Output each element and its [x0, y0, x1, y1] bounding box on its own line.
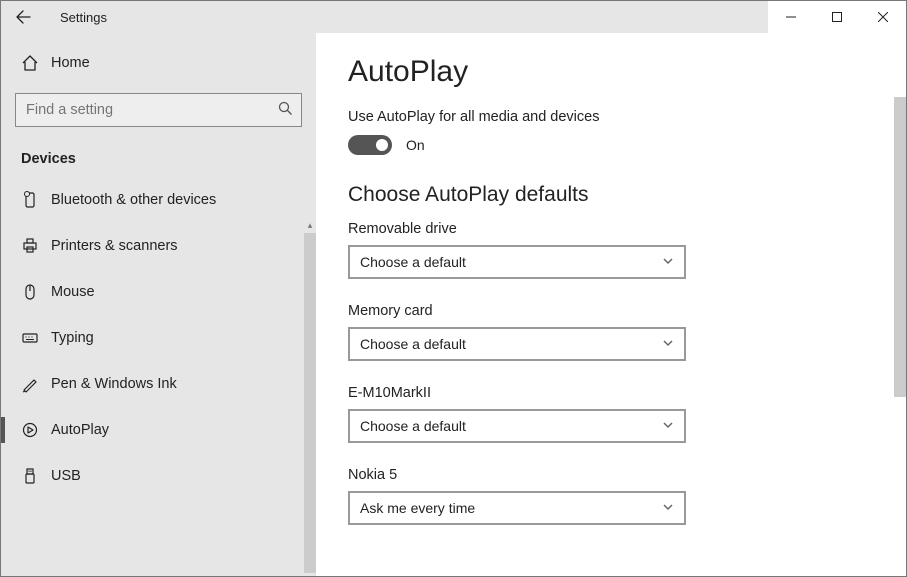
sidebar-home[interactable]: Home — [1, 41, 316, 85]
field-group: Nokia 5 Ask me every time — [348, 467, 884, 525]
sidebar-item-bluetooth[interactable]: Bluetooth & other devices — [1, 177, 316, 223]
sidebar-item-label: Bluetooth & other devices — [51, 192, 216, 208]
usb-icon — [21, 467, 51, 485]
select-value: Choose a default — [360, 418, 466, 434]
sidebar-item-label: Pen & Windows Ink — [51, 376, 177, 392]
scroll-up-icon[interactable]: ▴ — [304, 218, 316, 233]
toggle-description: Use AutoPlay for all media and devices — [348, 109, 884, 125]
typing-icon — [21, 329, 51, 347]
printer-icon — [21, 237, 51, 255]
sidebar-item-label: Typing — [51, 330, 94, 346]
sidebar-item-label: Mouse — [51, 284, 95, 300]
toggle-state-label: On — [406, 137, 425, 153]
sidebar: Home Devices Bluetooth & other devices Pr… — [1, 33, 316, 576]
chevron-down-icon — [662, 254, 674, 270]
window-controls — [768, 1, 906, 33]
autoplay-icon — [21, 421, 51, 439]
sidebar-item-label: USB — [51, 468, 81, 484]
close-icon — [878, 12, 888, 22]
sidebar-item-mouse[interactable]: Mouse — [1, 269, 316, 315]
content-scrollbar[interactable] — [894, 97, 906, 397]
select-memory-card[interactable]: Choose a default — [348, 327, 686, 361]
autoplay-toggle[interactable] — [348, 135, 392, 155]
sidebar-section-title: Devices — [1, 137, 316, 177]
sidebar-item-label: AutoPlay — [51, 422, 109, 438]
minimize-icon — [786, 12, 796, 22]
chevron-down-icon — [662, 418, 674, 434]
select-value: Choose a default — [360, 336, 466, 352]
sidebar-item-printers[interactable]: Printers & scanners — [1, 223, 316, 269]
maximize-button[interactable] — [814, 1, 860, 33]
field-group: Memory card Choose a default — [348, 303, 884, 361]
search-input[interactable] — [26, 102, 278, 118]
field-label: Memory card — [348, 303, 884, 319]
sidebar-item-label: Printers & scanners — [51, 238, 178, 254]
sidebar-item-pen[interactable]: Pen & Windows Ink — [1, 361, 316, 407]
search-icon — [278, 101, 293, 119]
select-value: Choose a default — [360, 254, 466, 270]
content-pane: AutoPlay Use AutoPlay for all media and … — [316, 33, 906, 576]
sidebar-item-usb[interactable]: USB — [1, 453, 316, 499]
close-button[interactable] — [860, 1, 906, 33]
section-heading: Choose AutoPlay defaults — [348, 183, 884, 207]
titlebar: Settings — [1, 1, 906, 33]
sidebar-item-typing[interactable]: Typing — [1, 315, 316, 361]
mouse-icon — [21, 283, 51, 301]
chevron-down-icon — [662, 500, 674, 516]
back-button[interactable] — [1, 1, 45, 33]
field-group: Removable drive Choose a default — [348, 221, 884, 279]
sidebar-item-autoplay[interactable]: AutoPlay — [1, 407, 316, 453]
select-nokia-5[interactable]: Ask me every time — [348, 491, 686, 525]
pen-icon — [21, 375, 51, 393]
search-box[interactable] — [15, 93, 302, 127]
chevron-down-icon — [662, 336, 674, 352]
arrow-left-icon — [15, 9, 31, 25]
select-value: Ask me every time — [360, 500, 475, 516]
field-label: Removable drive — [348, 221, 884, 237]
window-title: Settings — [45, 10, 107, 25]
field-label: E-M10MarkII — [348, 385, 884, 401]
maximize-icon — [832, 12, 842, 22]
select-removable-drive[interactable]: Choose a default — [348, 245, 686, 279]
minimize-button[interactable] — [768, 1, 814, 33]
field-label: Nokia 5 — [348, 467, 884, 483]
sidebar-scrollbar[interactable] — [304, 233, 316, 573]
home-icon — [21, 54, 51, 72]
toggle-knob — [376, 139, 388, 151]
field-group: E-M10MarkII Choose a default — [348, 385, 884, 443]
bluetooth-icon — [21, 191, 51, 209]
sidebar-home-label: Home — [51, 55, 90, 71]
select-e-m10markii[interactable]: Choose a default — [348, 409, 686, 443]
page-heading: AutoPlay — [348, 55, 884, 89]
